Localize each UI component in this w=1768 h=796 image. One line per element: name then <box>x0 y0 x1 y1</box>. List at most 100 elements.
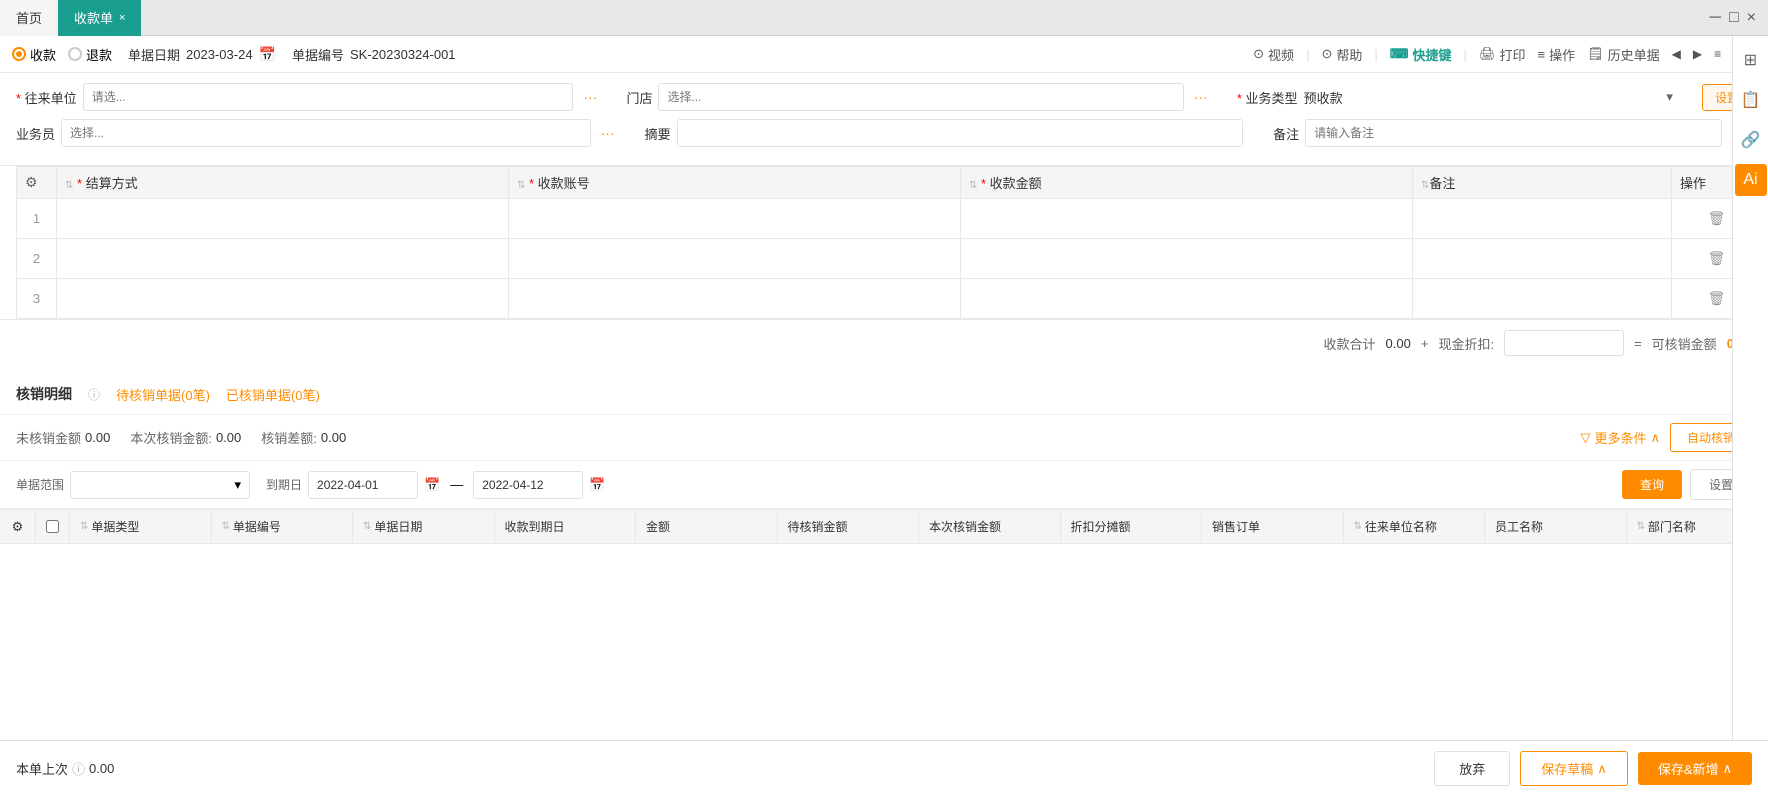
range-field: 单据范围 ▾ <box>16 471 250 499</box>
row-3-amount[interactable] <box>960 279 1412 319</box>
bth-bill-no: ⇅单据编号 <box>212 510 354 543</box>
bth-settings[interactable]: ⚙ <box>0 510 36 543</box>
history-btn[interactable]: 🗒 历史单据 <box>1587 45 1660 64</box>
calendar-icon[interactable]: 📅 <box>259 46 276 63</box>
shortcut-icon: ⌨ <box>1390 46 1409 62</box>
bill-no-label: 单据编号 <box>292 45 344 64</box>
range-select[interactable]: ▾ <box>70 471 250 499</box>
pending-tab[interactable]: 待核销单据(0笔) <box>116 385 210 404</box>
bth-pending: 待核销金额 <box>778 510 920 543</box>
row-1-account[interactable] <box>508 199 960 239</box>
summary-label: 摘要 <box>645 124 671 143</box>
salesperson-input[interactable] <box>61 119 591 147</box>
date-end-input[interactable] <box>473 471 583 499</box>
print-btn[interactable]: 🖨 打印 <box>1479 45 1526 64</box>
nav-prev-btn[interactable]: ◀ <box>1672 47 1681 61</box>
save-draft-arrow: ∧ <box>1597 761 1607 777</box>
row-2-amount[interactable] <box>960 239 1412 279</box>
table-settings-icon[interactable]: ⚙ <box>25 174 38 190</box>
more-conditions-btn[interactable]: ▽ 更多条件 ∧ <box>1580 428 1660 447</box>
tab-home[interactable]: 首页 <box>0 0 58 36</box>
remark-label: 备注 <box>1273 124 1299 143</box>
window-min-icon[interactable]: ─ <box>1710 9 1721 27</box>
table-row: 1 🗑 ⧉ <box>17 199 1752 239</box>
biz-type-label: 业务类型 <box>1237 88 1298 107</box>
radio-return[interactable]: 退款 <box>68 45 112 64</box>
table-header-settings-cell: ⚙ <box>17 167 57 199</box>
sidebar-list-icon[interactable]: 📋 <box>1735 84 1767 116</box>
date-start-icon[interactable]: 📅 <box>424 477 440 493</box>
counterparty-input[interactable] <box>83 83 574 111</box>
video-btn[interactable]: ⊙ 视频 <box>1253 45 1294 64</box>
tab-receipt[interactable]: 收款单 × <box>58 0 141 36</box>
sidebar-ai-icon[interactable]: Ai <box>1735 164 1767 196</box>
date-end-icon[interactable]: 📅 <box>589 477 605 493</box>
verification-info-icon[interactable]: ⓘ <box>88 386 100 403</box>
salesperson-label: 业务员 <box>16 124 55 143</box>
window-close-icon[interactable]: × <box>1747 9 1756 27</box>
row-2-account[interactable] <box>508 239 960 279</box>
main-container: 收款 退款 单据日期 2023-03-24 📅 单据编号 SK-20230324… <box>0 36 1768 796</box>
row-1-remark[interactable] <box>1412 199 1671 239</box>
video-icon: ⊙ <box>1253 46 1264 62</box>
form-area: 往来单位 ··· 门店 ··· 业务类型 预收款 ▾ 设置 <box>0 73 1768 166</box>
plus-sign: + <box>1421 336 1429 351</box>
save-draft-button[interactable]: 保存草稿 ∧ <box>1520 751 1628 786</box>
row-3-payment[interactable] <box>57 279 509 319</box>
select-all-checkbox[interactable] <box>46 520 59 533</box>
date-start-input[interactable] <box>308 471 418 499</box>
tab-close-icon[interactable]: × <box>119 12 125 24</box>
row-2-delete-icon[interactable]: 🗑 <box>1708 250 1726 266</box>
diff-value: 0.00 <box>321 430 346 445</box>
bill-date-value[interactable]: 2023-03-24 <box>186 47 253 62</box>
row-1-amount[interactable] <box>960 199 1412 239</box>
bill-date-field: 单据日期 2023-03-24 📅 <box>128 45 276 64</box>
bill-no-value[interactable]: SK-20230324-001 <box>350 47 456 62</box>
row-num-3: 3 <box>17 279 57 319</box>
biz-type-value[interactable]: 预收款 <box>1304 88 1661 107</box>
receipt-table: ⚙ ⇅ 结算方式 ⇅ 收款账号 ⇅ 收款金额 ⇅备注 <box>16 166 1752 319</box>
sidebar-link-icon[interactable]: 🔗 <box>1735 124 1767 156</box>
radio-receive[interactable]: 收款 <box>12 45 56 64</box>
row-3-remark[interactable] <box>1412 279 1671 319</box>
row-1-delete-icon[interactable]: 🗑 <box>1708 210 1726 226</box>
summary-input[interactable] <box>677 119 1244 147</box>
sidebar-table-icon[interactable]: ⊞ <box>1735 44 1767 76</box>
save-new-button[interactable]: 保存&新增 ∧ <box>1638 752 1752 785</box>
salesperson-more-icon[interactable]: ··· <box>601 125 615 141</box>
payment-type-radio: 收款 退款 <box>12 45 112 64</box>
completed-tab[interactable]: 已核销单据(0笔) <box>226 385 320 404</box>
row-2-remark[interactable] <box>1412 239 1671 279</box>
verification-section: 核销明细 ⓘ 待核销单据(0笔) 已核销单据(0笔) 未核销金额 0.00 本次… <box>0 374 1768 624</box>
bth-settings-icon[interactable]: ⚙ <box>12 519 24 535</box>
help-btn[interactable]: ⊙ 帮助 <box>1321 45 1362 64</box>
row-3-delete-icon[interactable]: 🗑 <box>1708 290 1726 306</box>
biz-type-arrow[interactable]: ▾ <box>1666 89 1673 105</box>
ops-btn[interactable]: ≡ 操作 <box>1537 45 1575 64</box>
discount-input[interactable] <box>1504 330 1624 356</box>
counterparty-more-icon[interactable]: ··· <box>583 89 597 105</box>
row-1-payment[interactable] <box>57 199 509 239</box>
query-button[interactable]: 查询 <box>1622 470 1682 499</box>
counterparty-field: 往来单位 ··· <box>16 83 597 111</box>
bth-due-date: 收款到期日 <box>495 510 637 543</box>
view-list-btn[interactable]: ≡ <box>1714 47 1721 61</box>
nav-next-btn[interactable]: ▶ <box>1693 47 1702 61</box>
store-input[interactable] <box>658 83 1183 111</box>
verification-stats: 未核销金额 0.00 本次核销金额: 0.00 核销差额: 0.00 ▽ 更多条… <box>0 415 1768 461</box>
row-2-payment[interactable] <box>57 239 509 279</box>
due-date-field: 到期日 📅 — 📅 <box>266 471 605 499</box>
bth-checkbox[interactable] <box>36 510 70 543</box>
form-row-1: 往来单位 ··· 门店 ··· 业务类型 预收款 ▾ 设置 <box>16 83 1752 111</box>
abandon-button[interactable]: 放弃 <box>1434 751 1510 786</box>
row-3-account[interactable] <box>508 279 960 319</box>
shortcut-btn[interactable]: ⌨ 快捷键 <box>1390 45 1452 64</box>
store-more-icon[interactable]: ··· <box>1194 89 1208 105</box>
top-toolbar: 收款 退款 单据日期 2023-03-24 📅 单据编号 SK-20230324… <box>0 36 1768 73</box>
summary-field: 摘要 <box>645 119 1244 147</box>
window-max-icon[interactable]: □ <box>1729 9 1739 27</box>
remark-input[interactable] <box>1305 119 1722 147</box>
prev-icon[interactable]: ⓘ <box>72 759 85 778</box>
history-icon: 🗒 <box>1587 46 1604 62</box>
table-row: 3 🗑 ⧉ <box>17 279 1752 319</box>
